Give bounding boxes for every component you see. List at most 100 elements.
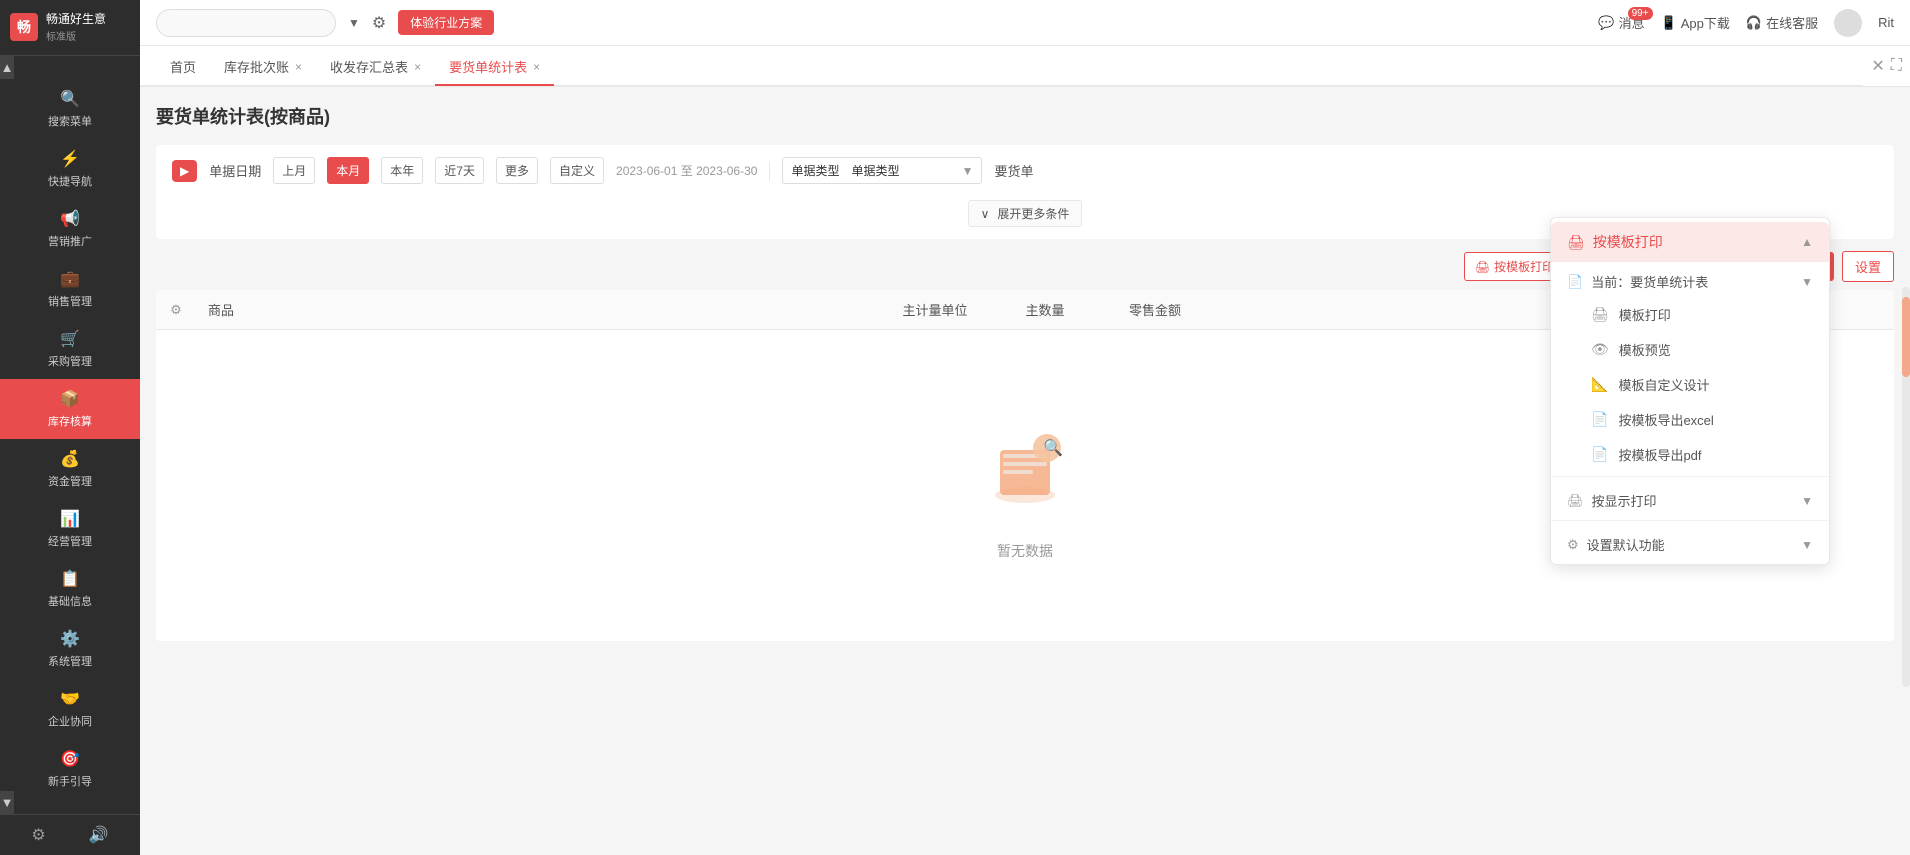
table-column-settings[interactable]: ⚙ bbox=[156, 300, 196, 319]
username-display[interactable]: Rit bbox=[1878, 15, 1894, 30]
sidebar-item-search[interactable]: 🔍 搜索菜单 bbox=[0, 79, 140, 139]
filter-row: ▶ 单据日期 上月 本月 本年 近7天 更多 自定义 2023-06-01 至 … bbox=[172, 157, 1878, 184]
col-retail-amount: 零售金额 bbox=[1095, 300, 1215, 319]
sidebar-item-guide[interactable]: 🎯 新手引导 bbox=[0, 739, 140, 791]
sidebar-item-operations[interactable]: 📊 经营管理 bbox=[0, 499, 140, 559]
dropdown-default-settings[interactable]: ⚙ 设置默认功能 ▼ bbox=[1551, 525, 1829, 560]
messages-button[interactable]: 💬 消息 99+ bbox=[1598, 13, 1644, 32]
date-prev-month[interactable]: 上月 bbox=[273, 157, 315, 184]
sidebar-item-label: 销售管理 bbox=[48, 293, 92, 309]
export-excel-icon: 📄 bbox=[1591, 411, 1608, 428]
avatar-image bbox=[1834, 9, 1862, 37]
dropdown-item-template-print[interactable]: 🖨 模板打印 bbox=[1551, 297, 1829, 332]
sidebar-item-label: 资金管理 bbox=[48, 473, 92, 489]
tab-close-batch-accounts[interactable]: × bbox=[295, 60, 302, 74]
dropdown-item-export-pdf[interactable]: 📄 按模板导出pdf bbox=[1551, 437, 1829, 472]
sidebar-item-finance[interactable]: 💰 资金管理 bbox=[0, 439, 140, 499]
expand-conditions-button[interactable]: ∨ 展开更多条件 bbox=[968, 200, 1083, 227]
dropdown-toggle-icon[interactable]: ▲ bbox=[1801, 235, 1813, 249]
date-last-7-days[interactable]: 近7天 bbox=[435, 157, 484, 184]
sidebar-item-marketing[interactable]: 📢 营销推广 bbox=[0, 199, 140, 259]
finance-icon: 💰 bbox=[60, 449, 80, 469]
sidebar-item-label: 新手引导 bbox=[48, 773, 92, 789]
app-download-button[interactable]: 📱 App下载 bbox=[1661, 13, 1730, 32]
sidebar-item-label: 经营管理 bbox=[48, 533, 92, 549]
trial-button[interactable]: 体验行业方案 bbox=[398, 10, 494, 35]
type-filter-select[interactable]: 单据类型 单据类型 ▼ bbox=[782, 157, 982, 184]
template-preview-icon: 👁 bbox=[1591, 341, 1609, 358]
print-icon: 🖨 bbox=[1475, 260, 1490, 274]
template-print-icon: 🖨 bbox=[1591, 306, 1609, 323]
dropdown-item-export-excel[interactable]: 📄 按模板导出excel bbox=[1551, 402, 1829, 437]
expand-arrow-icon: ▶ bbox=[180, 164, 189, 178]
settings-button[interactable]: 设置 bbox=[1842, 251, 1894, 282]
quick-nav-icon: ⚡ bbox=[60, 149, 80, 169]
sidebar-item-label: 库存核算 bbox=[48, 413, 92, 429]
tab-close-order-stats[interactable]: × bbox=[533, 60, 540, 74]
sidebar-item-label: 搜索菜单 bbox=[48, 113, 92, 129]
type-filter-value: 单据类型 bbox=[843, 162, 957, 179]
right-scrollbar[interactable] bbox=[1902, 287, 1910, 687]
topbar-dropdown-icon[interactable]: ▼ bbox=[348, 16, 360, 30]
tab-batch-accounts[interactable]: 库存批次账 × bbox=[210, 49, 316, 86]
current-section-arrow: ▼ bbox=[1801, 275, 1813, 289]
marketing-icon: 📢 bbox=[60, 209, 80, 229]
system-icon: ⚙️ bbox=[60, 629, 80, 649]
tab-collection-summary[interactable]: 收发存汇总表 × bbox=[316, 49, 435, 86]
default-settings-arrow: ▼ bbox=[1801, 538, 1813, 552]
dropdown-item-template-preview[interactable]: 👁 模板预览 bbox=[1551, 332, 1829, 367]
tab-actions: ✕ ⛶ bbox=[1863, 46, 1910, 86]
tab-home[interactable]: 首页 bbox=[156, 49, 210, 86]
user-avatar[interactable] bbox=[1834, 9, 1862, 37]
sidebar-scroll-up[interactable]: ▲ bbox=[0, 56, 14, 79]
sidebar-item-purchase[interactable]: 🛒 采购管理 bbox=[0, 319, 140, 379]
operations-icon: 📊 bbox=[60, 509, 80, 529]
dropdown-display-print[interactable]: 🖨 按显示打印 ▼ bbox=[1551, 481, 1829, 516]
topbar-settings-icon[interactable]: ⚙ bbox=[372, 13, 386, 33]
dropdown-divider-2 bbox=[1551, 520, 1829, 521]
sidebar-item-inventory[interactable]: 📦 库存核算 bbox=[0, 379, 140, 439]
filter-expand-icon[interactable]: ▶ bbox=[172, 160, 197, 182]
sidebar-item-label: 系统管理 bbox=[48, 653, 92, 669]
main-content: ▼ ⚙ 体验行业方案 💬 消息 99+ 📱 App下载 🎧 在线客服 Rit bbox=[140, 0, 1910, 855]
expand-icon: ∨ bbox=[981, 207, 990, 221]
sidebar-item-enterprise[interactable]: 🤝 企业协同 bbox=[0, 679, 140, 739]
dropdown-item-template-design[interactable]: 📐 模板自定义设计 bbox=[1551, 367, 1829, 402]
footer-sound-icon[interactable]: 🔊 bbox=[89, 825, 109, 845]
dropdown-header[interactable]: 🖨 按模板打印 ▲ bbox=[1551, 222, 1829, 262]
service-icon: 🎧 bbox=[1746, 15, 1762, 31]
search-input[interactable] bbox=[156, 9, 336, 37]
col-goods: 商品 bbox=[196, 300, 875, 319]
inventory-icon: 📦 bbox=[60, 389, 80, 409]
online-service-button[interactable]: 🎧 在线客服 bbox=[1746, 13, 1818, 32]
sidebar-item-label: 企业协同 bbox=[48, 713, 92, 729]
scrollbar-thumb[interactable] bbox=[1902, 297, 1910, 377]
app-download-icon: 📱 bbox=[1661, 15, 1677, 31]
dropdown-header-left: 🖨 按模板打印 bbox=[1567, 232, 1663, 252]
dropdown-current-section[interactable]: 📄 当前：要货单统计表 ▼ bbox=[1551, 262, 1829, 297]
col-qty: 主数量 bbox=[995, 300, 1095, 319]
tab-close-all-icon[interactable]: ✕ bbox=[1871, 56, 1884, 76]
goods-filter-label: 要货单 bbox=[994, 161, 1033, 180]
date-current-year[interactable]: 本年 bbox=[381, 157, 423, 184]
sidebar-item-basic-info[interactable]: 📋 基础信息 bbox=[0, 559, 140, 619]
date-more[interactable]: 更多 bbox=[496, 157, 538, 184]
tab-maximize-icon[interactable]: ⛶ bbox=[1891, 57, 1902, 75]
tab-close-collection-summary[interactable]: × bbox=[414, 60, 421, 74]
col-unit: 主计量单位 bbox=[875, 300, 995, 319]
guide-icon: 🎯 bbox=[60, 749, 80, 769]
tab-order-stats[interactable]: 要货单统计表 × bbox=[435, 49, 554, 86]
default-settings-icon: ⚙ bbox=[1567, 537, 1579, 553]
date-custom[interactable]: 自定义 bbox=[550, 157, 604, 184]
sidebar-item-sales[interactable]: 💼 销售管理 bbox=[0, 259, 140, 319]
sidebar-item-label: 快捷导航 bbox=[48, 173, 92, 189]
sidebar-item-system[interactable]: ⚙️ 系统管理 bbox=[0, 619, 140, 679]
tabs: 首页 库存批次账 × 收发存汇总表 × 要货单统计表 × bbox=[140, 46, 1863, 86]
sidebar-scroll-down[interactable]: ▼ bbox=[0, 791, 14, 814]
sidebar-item-label: 基础信息 bbox=[48, 593, 92, 609]
svg-text:🔍: 🔍 bbox=[1043, 437, 1063, 457]
date-current-month[interactable]: 本月 bbox=[327, 157, 369, 184]
sidebar-item-quick-nav[interactable]: ⚡ 快捷导航 bbox=[0, 139, 140, 199]
current-section-icon: 📄 bbox=[1567, 274, 1583, 290]
footer-settings-icon[interactable]: ⚙ bbox=[31, 825, 45, 845]
